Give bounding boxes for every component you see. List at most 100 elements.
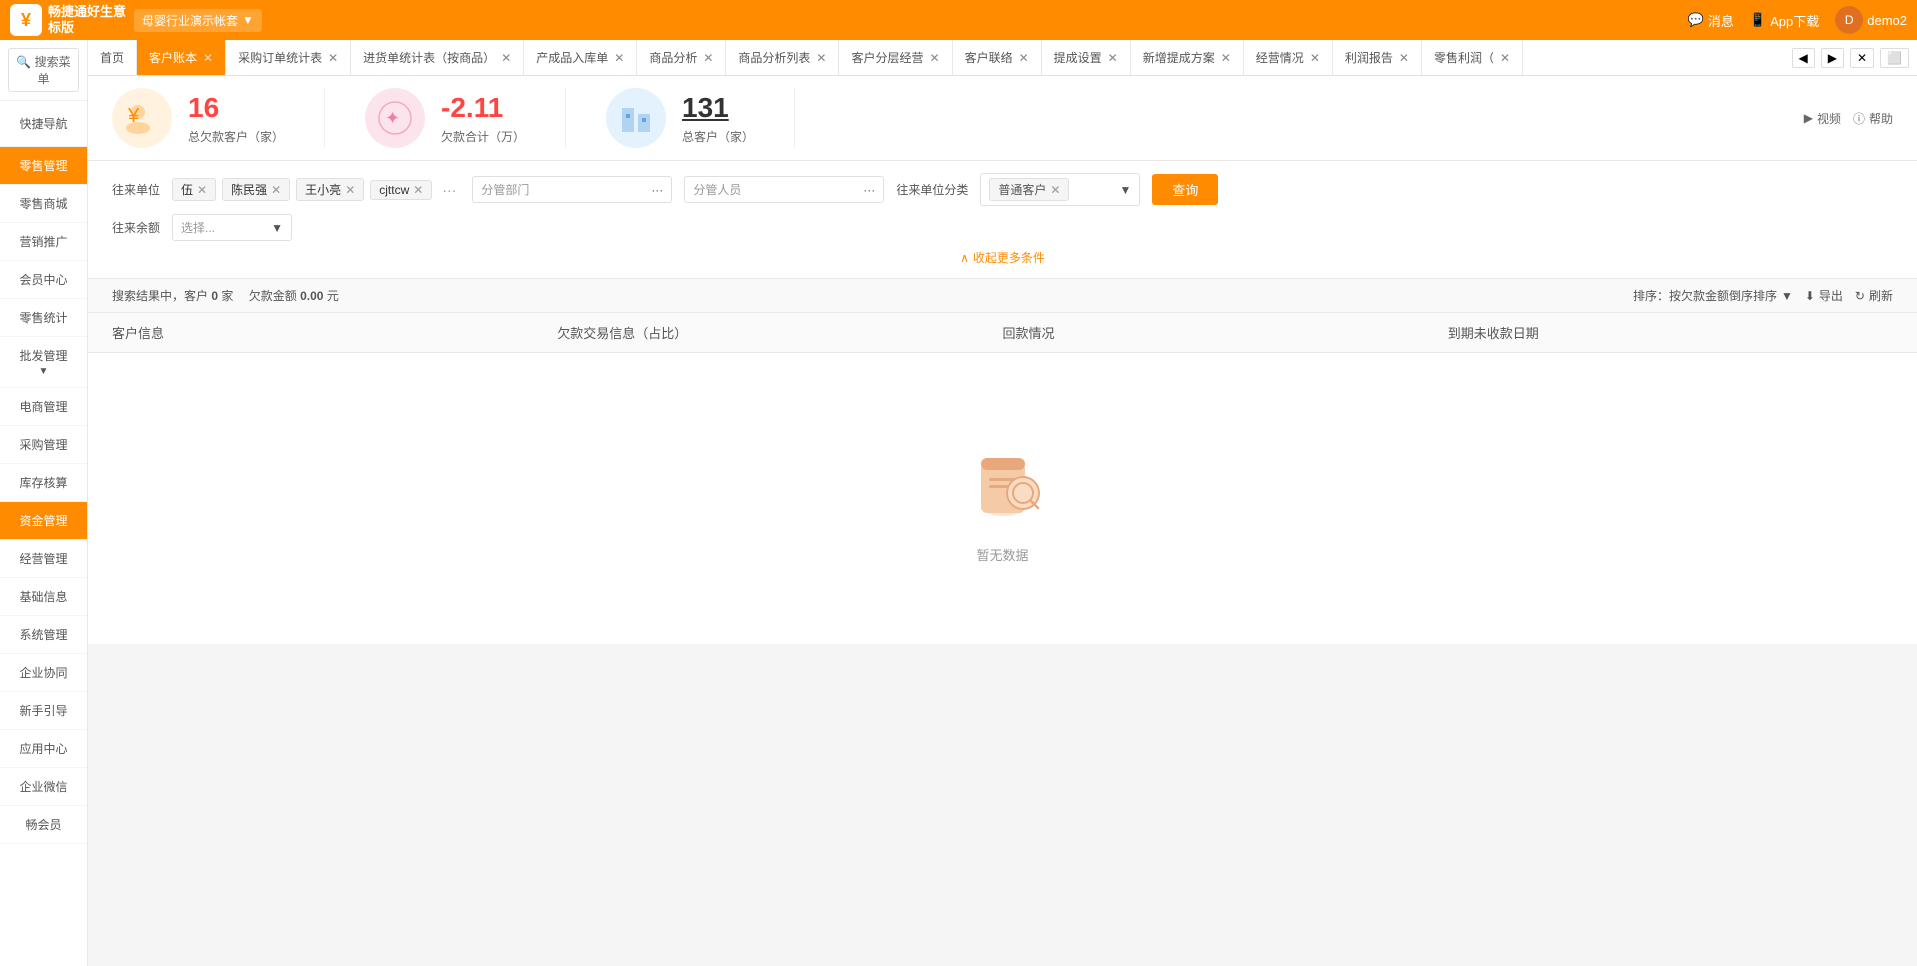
sidebar-item-member[interactable]: 畅会员 (0, 806, 87, 844)
chevron-down-icon: ▼ (242, 13, 254, 27)
sidebar-item-basic-info[interactable]: 基础信息 (0, 578, 87, 616)
video-help-link[interactable]: ▶ 视频 (1804, 110, 1841, 127)
tab-home[interactable]: 首页 (88, 40, 137, 76)
app-download-button[interactable]: 📱 App下载 (1750, 11, 1819, 30)
unit-filter-label: 往来单位 (112, 181, 160, 198)
sidebar-item-purchase[interactable]: 采购管理 (0, 426, 87, 464)
tab-close-icon[interactable]: ✕ (1399, 51, 1409, 65)
stat-all-customers-values: 131 总客户（家） (682, 92, 754, 145)
empty-state: 暂无数据 (88, 353, 1917, 644)
tab-product-storage[interactable]: 产成品入库单 ✕ (524, 40, 637, 76)
filter-tag-cjttcw: cjttcw ✕ (370, 180, 432, 200)
tab-maximize-button[interactable]: ⬜ (1880, 48, 1909, 68)
message-icon: 💬 (1688, 12, 1704, 28)
sidebar-item-marketing[interactable]: 营销推广 (0, 223, 87, 261)
debt-total-value: -2.11 (441, 92, 525, 124)
results-bar: 搜索结果中，客户 0 家 欠款金额 0.00 元 排序：按欠款金额倒序排序 ▼ (88, 279, 1917, 313)
col-header-customer: 客户信息 (112, 323, 557, 342)
dept-filter-select[interactable]: 分管部门 ··· (472, 176, 672, 203)
tab-operation-status[interactable]: 经营情况 ✕ (1244, 40, 1333, 76)
tab-profit-report[interactable]: 利润报告 ✕ (1333, 40, 1422, 76)
tab-next-button[interactable]: ▶ (1821, 48, 1844, 68)
filter-tag-chen: 陈民强 ✕ (222, 178, 290, 201)
col-header-debt: 欠款交易信息（占比） (557, 323, 1002, 342)
customer-icon: ¥ (112, 88, 172, 148)
refresh-button[interactable]: ↻ 刷新 (1855, 287, 1893, 304)
tab-prev-button[interactable]: ◀ (1792, 48, 1815, 68)
sidebar-item-wholesale[interactable]: 批发管理 ▼ (0, 337, 87, 388)
tab-customer-segment[interactable]: 客户分层经营 ✕ (839, 40, 952, 76)
tab-product-analysis[interactable]: 商品分析 ✕ (637, 40, 726, 76)
sidebar-item-enterprise-wechat[interactable]: 企业微信 (0, 768, 87, 806)
person-filter-select[interactable]: 分管人员 ··· (684, 176, 884, 203)
tab-product-analysis-list[interactable]: 商品分析列表 ✕ (726, 40, 839, 76)
tab-close-icon[interactable]: ✕ (703, 51, 713, 65)
sidebar-item-new-guide[interactable]: 新手引导 (0, 692, 87, 730)
sort-label: 排序：按欠款金额倒序排序 (1633, 287, 1777, 304)
tab-close-icon[interactable]: ✕ (501, 51, 511, 65)
sidebar-item-ecommerce[interactable]: 电商管理 (0, 388, 87, 426)
account-selector[interactable]: 母婴行业演示帐套 ▼ (134, 9, 262, 32)
sidebar: 🔍 搜索菜单 快捷导航 零售管理 零售商城 营销推广 会员中心 (0, 40, 88, 966)
tab-close-icon[interactable]: ✕ (614, 51, 624, 65)
page-content: ¥ 16 总欠款客户（家） ✦ (88, 76, 1917, 966)
tab-stock-stats[interactable]: 进货单统计表（按商品） ✕ (351, 40, 524, 76)
tab-customer-accounts[interactable]: 客户账本 ✕ (137, 40, 226, 76)
more-tags-button[interactable]: ··· (438, 180, 460, 200)
tab-close-icon[interactable]: ✕ (328, 51, 338, 65)
chevron-up-icon: ∧ (960, 251, 969, 265)
collapse-button[interactable]: ∧ 收起更多条件 (112, 249, 1893, 266)
sidebar-item-finance[interactable]: 资金管理 (0, 502, 87, 540)
help-link[interactable]: ⓘ 帮助 (1853, 110, 1893, 127)
sort-selector[interactable]: 排序：按欠款金额倒序排序 ▼ (1633, 287, 1793, 304)
balance-select[interactable]: 选择... ▼ (172, 214, 292, 241)
tab-close-icon[interactable]: ✕ (1108, 51, 1118, 65)
search-button[interactable]: 查询 (1152, 174, 1218, 205)
tag-cjttcw-close[interactable]: ✕ (413, 183, 423, 197)
tab-close-icon[interactable]: ✕ (203, 51, 213, 65)
sidebar-item-retail-management[interactable]: 零售管理 (0, 147, 87, 185)
sidebar-item-member-center[interactable]: 会员中心 (0, 261, 87, 299)
avatar: D (1835, 6, 1863, 34)
tab-close-all-button[interactable]: ✕ (1850, 48, 1874, 68)
sidebar-item-retail-mall[interactable]: 零售商城 (0, 185, 87, 223)
tab-close-icon[interactable]: ✕ (816, 51, 826, 65)
quick-nav-button[interactable]: 快捷导航 (8, 109, 79, 138)
tab-close-icon[interactable]: ✕ (1221, 51, 1231, 65)
tag-wang-close[interactable]: ✕ (345, 183, 355, 197)
chevron-down-icon: ▼ (271, 221, 283, 235)
tab-close-icon[interactable]: ✕ (1310, 51, 1320, 65)
tab-retail-profit[interactable]: 零售利润（ ✕ (1422, 40, 1523, 76)
stat-total-all-customers: 131 总客户（家） (566, 88, 795, 148)
tab-bar: 首页 客户账本 ✕ 采购订单统计表 ✕ 进货单统计表（按商品） ✕ 产成品入库单… (88, 40, 1917, 76)
category-tag-close[interactable]: ✕ (1050, 183, 1060, 197)
tab-new-promotion[interactable]: 新增提成方案 ✕ (1131, 40, 1244, 76)
tab-purchase-order-stats[interactable]: 采购订单统计表 ✕ (226, 40, 351, 76)
filter-area: 往来单位 伍 ✕ 陈民强 ✕ 王小亮 (88, 161, 1917, 279)
sidebar-item-system[interactable]: 系统管理 (0, 616, 87, 654)
col-header-date: 到期未收款日期 (1448, 323, 1893, 342)
tag-chen-close[interactable]: ✕ (271, 183, 281, 197)
tab-close-icon[interactable]: ✕ (1500, 51, 1510, 65)
filter-row-2: 往来余额 选择... ▼ (112, 214, 1893, 241)
tab-close-icon[interactable]: ✕ (930, 51, 940, 65)
search-menu-button[interactable]: 🔍 搜索菜单 (8, 48, 79, 92)
sidebar-item-inventory[interactable]: 库存核算 (0, 464, 87, 502)
tab-close-icon[interactable]: ✕ (1019, 51, 1029, 65)
sidebar-item-business[interactable]: 经营管理 (0, 540, 87, 578)
user-menu[interactable]: D demo2 (1835, 6, 1907, 34)
category-tag: 普通客户 ✕ (989, 178, 1069, 201)
sidebar-item-app-center[interactable]: 应用中心 (0, 730, 87, 768)
message-button[interactable]: 💬 消息 (1688, 11, 1734, 30)
export-button[interactable]: ⬇ 导出 (1805, 287, 1843, 304)
sidebar-item-enterprise[interactable]: 企业协同 (0, 654, 87, 692)
svg-text:✦: ✦ (385, 108, 400, 128)
empty-text: 暂无数据 (976, 545, 1028, 564)
sidebar-item-retail-stats[interactable]: 零售统计 (0, 299, 87, 337)
stat-debt-values: -2.11 欠款合计（万） (441, 92, 525, 145)
tab-promotion-settings[interactable]: 提成设置 ✕ (1042, 40, 1131, 76)
tag-wu-close[interactable]: ✕ (197, 183, 207, 197)
unit-category-select[interactable]: 普通客户 ✕ ▼ (980, 173, 1140, 206)
table-header: 客户信息 欠款交易信息（占比） 回款情况 到期未收款日期 (88, 313, 1917, 353)
tab-customer-contact[interactable]: 客户联络 ✕ (953, 40, 1042, 76)
